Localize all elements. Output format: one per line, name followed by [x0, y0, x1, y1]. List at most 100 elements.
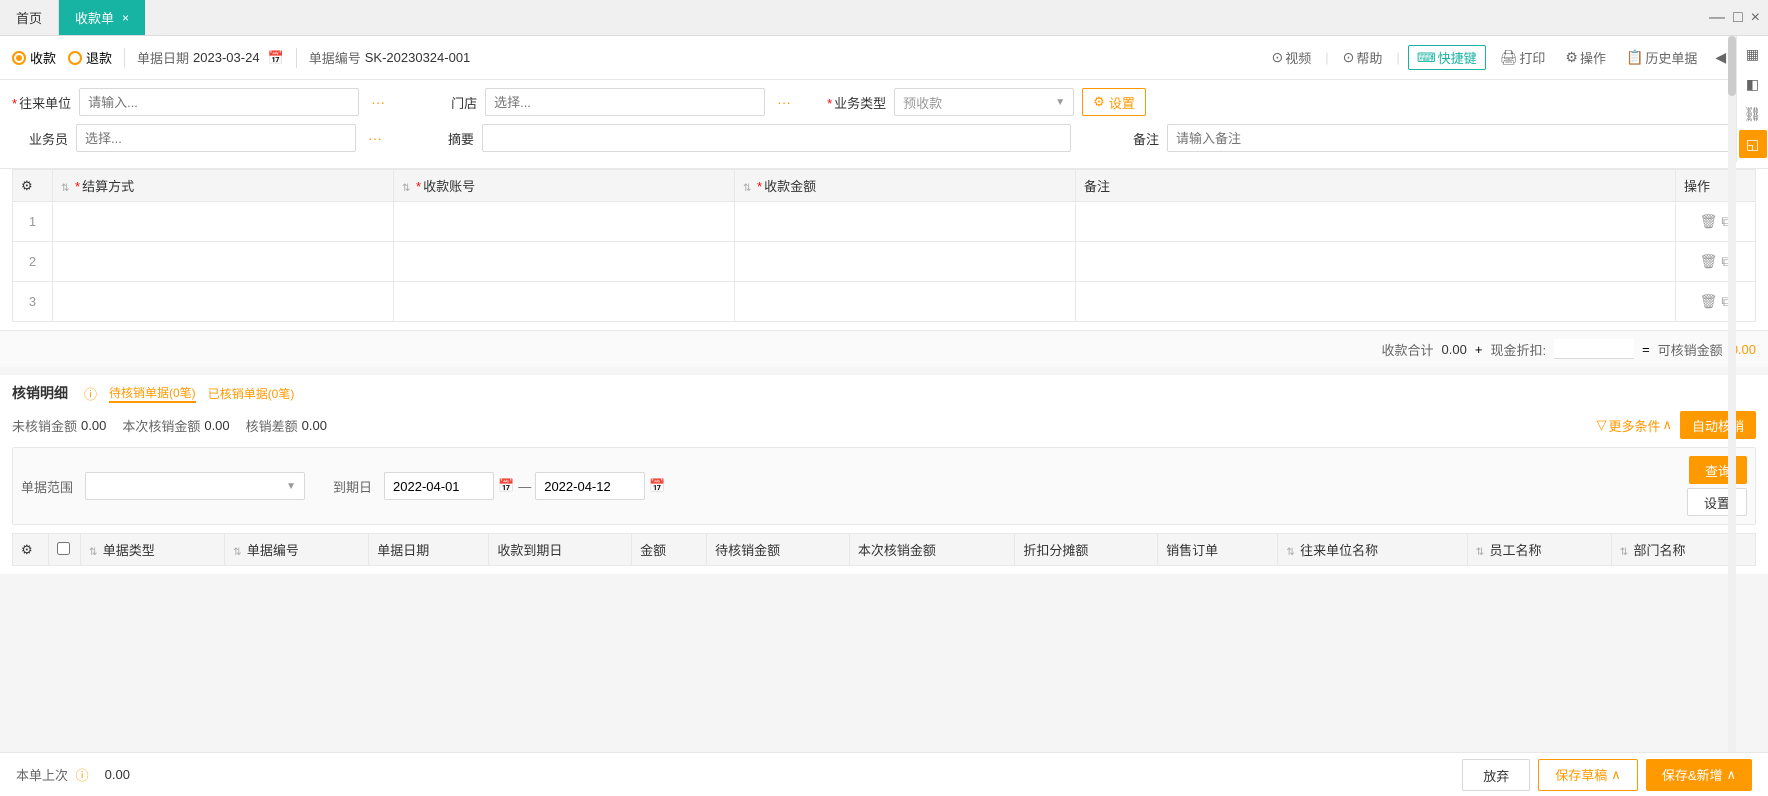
row-1-delete-btn[interactable]: 🗑 — [1700, 213, 1718, 230]
scroll-thumb[interactable] — [1728, 36, 1736, 96]
row-3-note[interactable] — [1076, 282, 1676, 322]
toolbar-right: ⊙ 视频 | ⊙ 帮助 | ⌨ 快捷键 🖨 打印 ⚙ 操作 📋 历史单据 ◀ ☰… — [1266, 45, 1756, 70]
history-action[interactable]: 📋 历史单据 — [1620, 46, 1703, 69]
save-arrow-icon[interactable]: ∧ — [1726, 767, 1736, 783]
operation-action[interactable]: ⚙ 操作 — [1559, 46, 1612, 69]
row-3-method[interactable] — [53, 282, 394, 322]
bt-col-sales: 销售订单 — [1158, 534, 1278, 566]
calendar-icon[interactable]: 📅 — [268, 50, 284, 66]
tab-receipt[interactable]: 收款单 × — [59, 0, 145, 35]
bt-sort-dept: ⇅ — [1620, 547, 1628, 558]
row-3-amount[interactable] — [735, 282, 1076, 322]
writeoff-info-icon[interactable]: ⓘ — [84, 384, 97, 403]
row-3-account[interactable] — [394, 282, 735, 322]
business-type-select[interactable]: 预收款 ▼ — [894, 88, 1074, 116]
tab-home[interactable]: 首页 — [0, 0, 59, 35]
abandon-btn[interactable]: 放弃 — [1462, 759, 1530, 791]
radio-receipt-label: 收款 — [30, 48, 56, 67]
bt-select-all-checkbox[interactable] — [57, 542, 70, 555]
shortcut-label: 快捷键 — [1438, 48, 1477, 67]
print-action[interactable]: 🖨 打印 — [1494, 46, 1552, 69]
tab-pending[interactable]: 待核销单据(0笔) — [109, 384, 196, 403]
sidebar-icon-list[interactable]: ◧ — [1739, 70, 1767, 98]
query-btn[interactable]: 查询 — [1689, 456, 1747, 484]
radio-refund[interactable]: 退款 — [68, 48, 112, 67]
layout-prev-icon[interactable]: ◀ — [1715, 49, 1726, 66]
window-close-btn[interactable]: × — [1751, 9, 1760, 27]
date-value[interactable]: 2023-03-24 — [193, 50, 260, 65]
window-maximize-btn[interactable]: □ — [1733, 9, 1743, 27]
radio-receipt[interactable]: 收款 — [12, 48, 56, 67]
bt-col-checkbox[interactable] — [49, 534, 81, 566]
staff-more-btn[interactable]: ··· — [364, 130, 386, 146]
tab-bar-actions: — □ × — [1709, 9, 1768, 27]
history-label: 历史单据 — [1645, 48, 1697, 67]
window-minimize-btn[interactable]: — — [1709, 9, 1725, 27]
bt-sales-label: 销售订单 — [1166, 543, 1218, 558]
row-2-account[interactable] — [394, 242, 735, 282]
row-1-amount[interactable] — [735, 202, 1076, 242]
col-settings-header[interactable]: ⚙ — [13, 170, 53, 202]
help-action[interactable]: ⊙ 帮助 — [1337, 46, 1389, 69]
discount-input[interactable] — [1554, 339, 1634, 359]
draft-btn[interactable]: 保存草稿 ∧ — [1538, 759, 1638, 791]
radio-refund-circle — [68, 51, 82, 65]
row-1-method[interactable] — [53, 202, 394, 242]
note-input[interactable] — [1167, 124, 1756, 152]
video-label: 视频 — [1285, 48, 1311, 67]
col-note-header: 备注 — [1076, 170, 1676, 202]
filter-settings-btn[interactable]: 设置 — [1687, 488, 1747, 516]
row-3-delete-btn[interactable]: 🗑 — [1700, 293, 1718, 310]
store-label: 门店 — [421, 93, 477, 112]
bt-current-label: 本次核销金额 — [858, 543, 936, 558]
row-1-note[interactable] — [1076, 202, 1676, 242]
print-icon: 🖨 — [1500, 49, 1518, 66]
draft-label: 保存草稿 — [1555, 765, 1607, 784]
tab-done[interactable]: 已核销单据(0笔) — [208, 385, 295, 402]
date-to-input[interactable] — [535, 472, 645, 500]
sidebar-icon-table[interactable]: ▦ — [1739, 40, 1767, 68]
bt-col-pending: 待核销金额 — [707, 534, 850, 566]
scroll-track[interactable] — [1728, 36, 1736, 752]
col-method-header: ⇅ 结算方式 — [53, 170, 394, 202]
video-action[interactable]: ⊙ 视频 — [1266, 46, 1318, 69]
row-2-method[interactable] — [53, 242, 394, 282]
bt-date-label: 单据日期 — [377, 543, 429, 558]
draft-arrow-icon[interactable]: ∧ — [1611, 767, 1621, 783]
auto-writeoff-btn[interactable]: 自动核销 — [1680, 411, 1756, 439]
date-from-input[interactable] — [384, 472, 494, 500]
bt-col-discount: 折扣分摊额 — [1015, 534, 1158, 566]
tab-close-icon[interactable]: × — [122, 11, 129, 25]
form-settings-btn[interactable]: ⚙ 设置 — [1082, 88, 1146, 116]
more-conditions-btn[interactable]: ▽ 更多条件 ∧ — [1596, 416, 1672, 435]
sidebar-icon-link[interactable]: ⛓ — [1739, 100, 1767, 128]
counterparty-input[interactable] — [79, 88, 359, 116]
writeoff-title: 核销明细 — [12, 383, 68, 403]
save-btn[interactable]: 保存&新增 ∧ — [1646, 759, 1752, 791]
store-input[interactable] — [485, 88, 765, 116]
diff-label: 核销差额 — [246, 416, 298, 435]
row-1-account[interactable] — [394, 202, 735, 242]
bt-col-settings[interactable]: ⚙ — [13, 534, 49, 566]
store-more-btn[interactable]: ··· — [773, 94, 795, 110]
number-value: SK-20230324-001 — [365, 50, 471, 65]
shortcut-btn[interactable]: ⌨ 快捷键 — [1408, 45, 1486, 70]
row-2-amount[interactable] — [735, 242, 1076, 282]
settings-label: 设置 — [1109, 93, 1135, 112]
calendar-to-icon[interactable]: 📅 — [649, 478, 665, 494]
bt-col-staff: ⇅ 员工名称 — [1467, 534, 1611, 566]
table-section: ⚙ ⇅ 结算方式 ⇅ 收款账号 ⇅ 收款金额 备注 操作 — [0, 169, 1768, 330]
range-select[interactable]: ▼ — [85, 472, 305, 500]
row-2-delete-btn[interactable]: 🗑 — [1700, 253, 1718, 270]
help-label: 帮助 — [1356, 48, 1382, 67]
staff-input[interactable] — [76, 124, 356, 152]
sidebar-icon-active[interactable]: ◱ — [1739, 130, 1767, 158]
calendar-from-icon[interactable]: 📅 — [498, 478, 514, 494]
info-icon-footer[interactable]: ⓘ — [76, 768, 89, 783]
save-label: 保存&新增 — [1662, 765, 1723, 784]
counterparty-more-btn[interactable]: ··· — [367, 94, 389, 110]
row-2-note[interactable] — [1076, 242, 1676, 282]
bt-amount-label: 金额 — [640, 543, 666, 558]
summary-input[interactable] — [482, 124, 1071, 152]
row-2-op: 🗑 ⧉ — [1676, 242, 1756, 282]
